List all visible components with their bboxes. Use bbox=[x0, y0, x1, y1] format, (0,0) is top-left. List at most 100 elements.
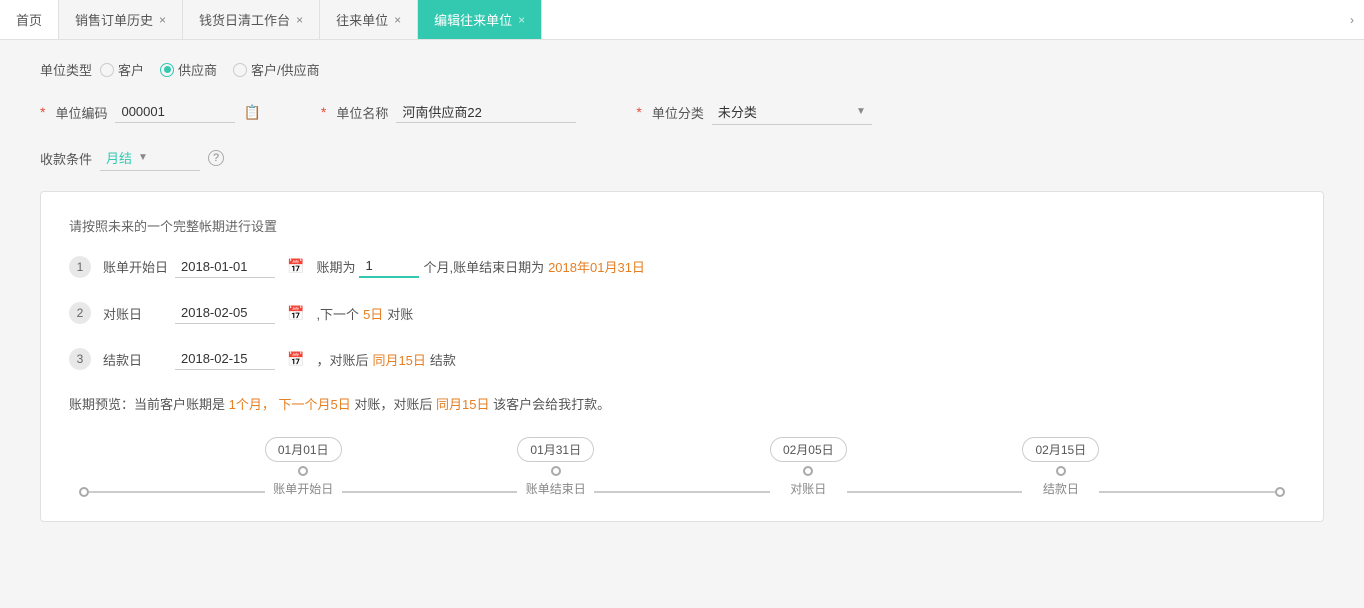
unit-info-row: * 单位编码 📋 * 单位名称 * 单位分类 未分类 ▼ bbox=[40, 99, 1324, 125]
step-1-desc-suffix: 个月,账单结束日期为 bbox=[423, 257, 544, 276]
radio-supplier-circle bbox=[160, 63, 174, 77]
timeline-box-4: 02月15日 bbox=[1022, 437, 1099, 462]
timeline-label-3: 对账日 bbox=[790, 480, 826, 497]
tab-sales-history-label: 销售订单历史 bbox=[75, 10, 153, 29]
radio-customer-circle bbox=[100, 63, 114, 77]
step-1-calendar-icon[interactable]: 📅 bbox=[287, 258, 304, 275]
unit-name-star: * bbox=[321, 104, 326, 120]
timeline-label-1: 账单开始日 bbox=[273, 480, 333, 497]
preview-mid: 对账，对账后 bbox=[354, 397, 432, 412]
step-2-date-input[interactable] bbox=[175, 302, 275, 324]
step-3-date-input[interactable] bbox=[175, 348, 275, 370]
tab-chevron-right[interactable]: › bbox=[1340, 0, 1364, 39]
tab-edit-partner-close[interactable]: × bbox=[518, 13, 525, 27]
payment-terms-select[interactable]: 月结 ▼ bbox=[100, 145, 200, 171]
unit-code-input[interactable] bbox=[115, 101, 235, 123]
preview-payment-day: 同月15日 bbox=[436, 397, 489, 412]
radio-customer-label: 客户 bbox=[118, 60, 144, 79]
radio-supplier[interactable]: 供应商 bbox=[160, 60, 217, 79]
timeline-node-2: 01月31日 账单结束日 bbox=[517, 437, 594, 497]
preview-reconcile-day: 下一个月5日 bbox=[279, 397, 351, 412]
tab-home-label: 首页 bbox=[16, 10, 42, 29]
preview-period: 1个月， bbox=[229, 397, 275, 412]
timeline-start-dot bbox=[79, 487, 89, 497]
timeline-line-1 bbox=[89, 491, 265, 493]
unit-type-row: 单位类型 客户 供应商 客户/供应商 bbox=[40, 60, 1324, 79]
timeline-start-node bbox=[79, 487, 89, 497]
step-2-desc: ,下一个 5日 对账 bbox=[316, 304, 413, 323]
step-3-calendar-icon[interactable]: 📅 bbox=[287, 351, 304, 368]
step-1-row: 1 账单开始日 📅 账期为 个月,账单结束日期为 2018年01月31日 bbox=[69, 255, 1295, 278]
step-2-label: 对账日 bbox=[103, 304, 163, 323]
unit-type-field: 单位类型 客户 供应商 客户/供应商 bbox=[40, 60, 320, 79]
timeline-line-2 bbox=[342, 491, 518, 493]
tab-edit-partner[interactable]: 编辑往来单位 × bbox=[418, 0, 542, 39]
tab-cash-work-label: 钱货日清工作台 bbox=[199, 10, 290, 29]
step-3-desc: ，对账后 同月15日 结款 bbox=[316, 350, 456, 369]
unit-category-value: 未分类 bbox=[718, 102, 757, 121]
unit-code-field: * 单位编码 📋 bbox=[40, 101, 261, 123]
tab-partner-list-label: 往来单位 bbox=[336, 10, 388, 29]
radio-customer[interactable]: 客户 bbox=[100, 60, 144, 79]
tab-home[interactable]: 首页 bbox=[0, 0, 59, 39]
preview-end: 该客户会给我打款。 bbox=[493, 397, 610, 412]
timeline-line-5 bbox=[1099, 491, 1275, 493]
step-1-desc: 账期为 个月,账单结束日期为 2018年01月31日 bbox=[316, 255, 644, 278]
timeline-dot-1 bbox=[298, 466, 308, 476]
timeline-dot-3 bbox=[803, 466, 813, 476]
timeline-line-4 bbox=[847, 491, 1023, 493]
help-icon[interactable]: ? bbox=[208, 150, 224, 166]
unit-name-input[interactable] bbox=[396, 101, 576, 123]
preview-label: 账期预览：当前客户账期是 bbox=[69, 397, 225, 412]
radio-both-label: 客户/供应商 bbox=[251, 60, 320, 79]
radio-group: 客户 供应商 客户/供应商 bbox=[100, 60, 320, 79]
tab-sales-history[interactable]: 销售订单历史 × bbox=[59, 0, 183, 39]
unit-name-field: * 单位名称 bbox=[321, 101, 576, 123]
step-3-label: 结款日 bbox=[103, 350, 163, 369]
timeline-label-2: 账单结束日 bbox=[526, 480, 586, 497]
step-1-label: 账单开始日 bbox=[103, 257, 163, 276]
step-1-desc-prefix: 账期为 bbox=[316, 257, 355, 276]
timeline-end-node bbox=[1275, 487, 1285, 497]
unit-category-label: 单位分类 bbox=[652, 103, 704, 122]
tab-sales-history-close[interactable]: × bbox=[159, 13, 166, 27]
copy-icon[interactable]: 📋 bbox=[243, 104, 260, 121]
preview-text: 账期预览：当前客户账期是 1个月， 下一个月5日 对账，对账后 同月15日 该客… bbox=[69, 394, 1295, 413]
timeline-end-dot bbox=[1275, 487, 1285, 497]
timeline-box-3: 02月05日 bbox=[770, 437, 847, 462]
radio-supplier-label: 供应商 bbox=[178, 60, 217, 79]
tab-cash-work[interactable]: 钱货日清工作台 × bbox=[183, 0, 320, 39]
step-1-period-input[interactable] bbox=[359, 255, 419, 278]
payment-terms-value: 月结 bbox=[106, 148, 132, 167]
payment-terms-label: 收款条件 bbox=[40, 149, 92, 168]
step-2-calendar-icon[interactable]: 📅 bbox=[287, 305, 304, 322]
step-3-row: 3 结款日 📅 ，对账后 同月15日 结款 bbox=[69, 348, 1295, 370]
tab-partner-list-close[interactable]: × bbox=[394, 13, 401, 27]
settings-card: 请按照未来的一个完整帐期进行设置 1 账单开始日 📅 账期为 个月,账单结束日期… bbox=[40, 191, 1324, 522]
main-content: 单位类型 客户 供应商 客户/供应商 * 单位编码 bbox=[0, 40, 1364, 608]
step-1-num: 1 bbox=[69, 256, 91, 278]
step-2-desc-suffix: 对账 bbox=[387, 304, 413, 323]
tab-cash-work-close[interactable]: × bbox=[296, 13, 303, 27]
tab-bar: 首页 销售订单历史 × 钱货日清工作台 × 往来单位 × 编辑往来单位 × › bbox=[0, 0, 1364, 40]
timeline-node-1: 01月01日 账单开始日 bbox=[265, 437, 342, 497]
step-2-row: 2 对账日 📅 ,下一个 5日 对账 bbox=[69, 302, 1295, 324]
radio-both[interactable]: 客户/供应商 bbox=[233, 60, 320, 79]
step-1-highlight: 2018年01月31日 bbox=[548, 257, 645, 276]
step-1-date-input[interactable] bbox=[175, 256, 275, 278]
unit-code-star: * bbox=[40, 104, 45, 120]
tab-partner-list[interactable]: 往来单位 × bbox=[320, 0, 418, 39]
unit-category-select[interactable]: 未分类 ▼ bbox=[712, 99, 872, 125]
payment-terms-field: 收款条件 月结 ▼ ? bbox=[40, 145, 224, 171]
step-3-highlight: 同月15日 bbox=[372, 350, 425, 369]
timeline-box-1: 01月01日 bbox=[265, 437, 342, 462]
unit-name-label: 单位名称 bbox=[336, 103, 388, 122]
payment-terms-row: 收款条件 月结 ▼ ? bbox=[40, 145, 1324, 171]
step-2-highlight: 5日 bbox=[363, 304, 383, 323]
step-2-num: 2 bbox=[69, 302, 91, 324]
unit-type-label: 单位类型 bbox=[40, 60, 92, 79]
unit-category-field: * 单位分类 未分类 ▼ bbox=[636, 99, 871, 125]
step-3-num: 3 bbox=[69, 348, 91, 370]
step-2-desc-prefix: ,下一个 bbox=[316, 304, 359, 323]
timeline-node-4: 02月15日 结款日 bbox=[1022, 437, 1099, 497]
